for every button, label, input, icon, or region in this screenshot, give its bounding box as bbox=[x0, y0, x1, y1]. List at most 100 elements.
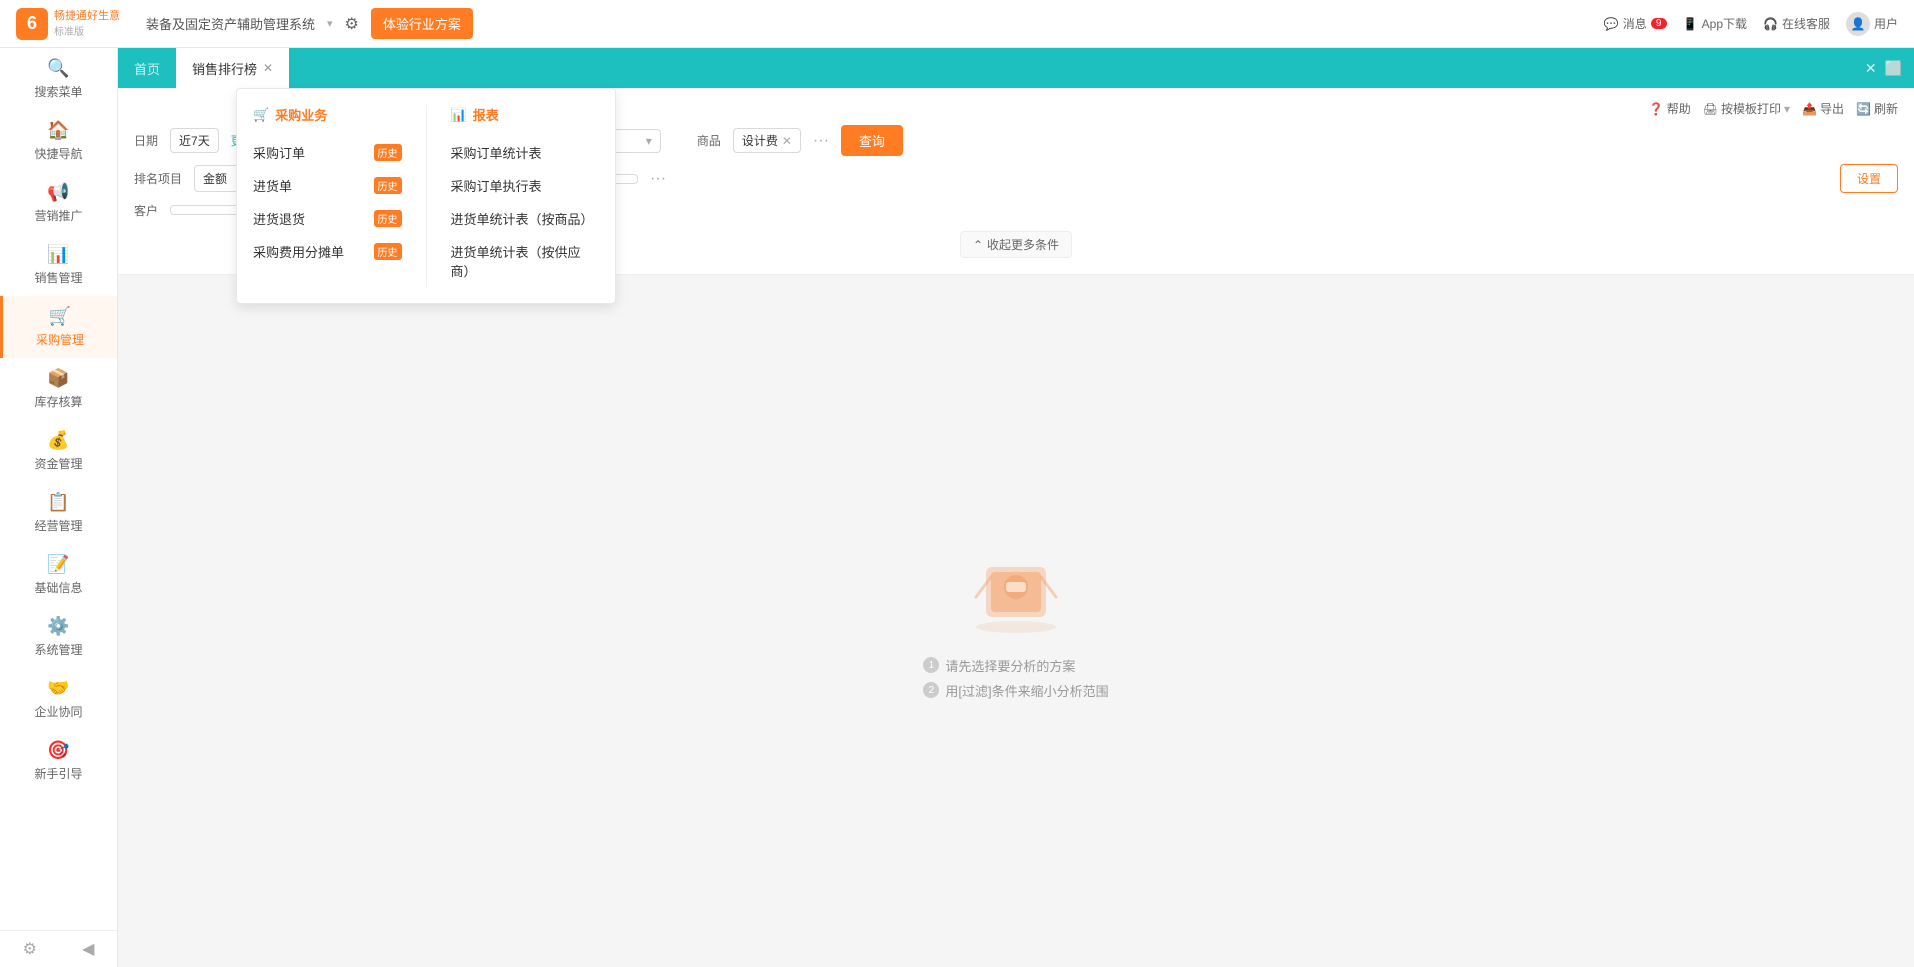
sidebar: 🔍 搜索菜单 🏠 快捷导航 📢 营销推广 📊 销售管理 🛒 采购管理 📦 库存核… bbox=[0, 48, 118, 967]
purchase-section: 🛒 采购业务 采购订单 历史 进货单 历史 进货退货 历史 采购费用分摊单 bbox=[253, 105, 402, 287]
sidebar-item-system[interactable]: ⚙️ 系统管理 bbox=[0, 606, 117, 668]
user-btn[interactable]: 👤 用户 bbox=[1846, 12, 1898, 36]
expense-history[interactable]: 历史 bbox=[374, 243, 402, 260]
purchase-icon: 🛒 bbox=[49, 306, 71, 327]
main-layout: 🔍 搜索菜单 🏠 快捷导航 📢 营销推广 📊 销售管理 🛒 采购管理 📦 库存核… bbox=[0, 48, 1914, 967]
export-btn[interactable]: 📤 导出 bbox=[1802, 100, 1844, 117]
print-btn[interactable]: 🖨 按模板打印 ▾ bbox=[1703, 100, 1790, 117]
expense-label: 采购费用分摊单 bbox=[253, 242, 344, 261]
sidebar-label-sales: 销售管理 bbox=[34, 269, 82, 286]
messages-label: 消息 bbox=[1623, 15, 1647, 32]
menu-item-expense[interactable]: 采购费用分摊单 历史 bbox=[253, 235, 402, 268]
system-name: 装备及固定资产辅助管理系统 bbox=[146, 14, 315, 33]
date-preset-label: 近7天 bbox=[179, 132, 210, 149]
sidebar-item-marketing[interactable]: 📢 营销推广 bbox=[0, 172, 117, 234]
messages-btn[interactable]: 💬 消息 9 bbox=[1604, 15, 1667, 32]
tip-num-1: 1 bbox=[923, 657, 939, 673]
headset-icon: 🎧 bbox=[1763, 17, 1778, 31]
sidebar-item-search[interactable]: 🔍 搜索菜单 bbox=[0, 48, 117, 110]
tab-home[interactable]: 首页 bbox=[118, 48, 176, 88]
menu-item-return[interactable]: 进货退货 历史 bbox=[253, 202, 402, 235]
purchase-section-title: 🛒 采购业务 bbox=[253, 105, 402, 124]
salesman-more-icon[interactable]: ··· bbox=[650, 170, 666, 188]
goods-more-icon[interactable]: ··· bbox=[813, 132, 829, 150]
setting-btn[interactable]: 设置 bbox=[1840, 164, 1898, 193]
empty-svg bbox=[956, 537, 1076, 637]
home-icon: 🏠 bbox=[47, 120, 69, 141]
sidebar-item-operations[interactable]: 📋 经营管理 bbox=[0, 482, 117, 544]
sidebar-item-enterprise[interactable]: 🤝 企业协同 bbox=[0, 668, 117, 730]
report-section-icon: 📊 bbox=[451, 107, 467, 123]
query-btn[interactable]: 查询 bbox=[841, 125, 903, 156]
refresh-icon: 🔄 bbox=[1856, 102, 1871, 116]
return-history[interactable]: 历史 bbox=[374, 210, 402, 227]
goods-close-icon[interactable]: ✕ bbox=[782, 134, 792, 148]
app-download-label: App下载 bbox=[1702, 15, 1747, 32]
tab-sales-rank-label: 销售排行榜 bbox=[192, 59, 257, 78]
guide-icon: 🎯 bbox=[47, 740, 69, 761]
marketing-icon: 📢 bbox=[47, 182, 69, 203]
message-icon: 💬 bbox=[1604, 17, 1619, 31]
settings-icon[interactable]: ⚙ bbox=[345, 14, 359, 34]
empty-illustration bbox=[956, 537, 1076, 640]
dropdown-arrow-icon[interactable]: ▾ bbox=[327, 17, 333, 30]
menu-item-incoming-goods[interactable]: 进货单统计表（按商品） bbox=[451, 202, 600, 235]
sidebar-item-quicknav[interactable]: 🏠 快捷导航 bbox=[0, 110, 117, 172]
print-dropdown-icon: ▾ bbox=[1784, 102, 1790, 116]
basic-icon: 📝 bbox=[47, 554, 69, 575]
sidebar-item-purchase[interactable]: 🛒 采购管理 bbox=[0, 296, 117, 358]
refresh-btn[interactable]: 🔄 刷新 bbox=[1856, 100, 1898, 117]
sidebar-label-inventory: 库存核算 bbox=[34, 393, 82, 410]
sidebar-label-marketing: 营销推广 bbox=[34, 207, 82, 224]
close-window-icon[interactable]: ✕ bbox=[1865, 60, 1877, 77]
incoming-supplier-label: 进货单统计表（按供应商） bbox=[451, 242, 600, 280]
capital-icon: 💰 bbox=[47, 430, 69, 451]
report-section: 📊 报表 采购订单统计表 采购订单执行表 进货单统计表（按商品） 进货单统计表（… bbox=[451, 105, 600, 287]
messages-badge: 9 bbox=[1651, 18, 1667, 29]
menu-item-order-stat[interactable]: 采购订单统计表 bbox=[451, 136, 600, 169]
collapse-label: 收起更多条件 bbox=[987, 236, 1059, 253]
menu-item-purchase-order[interactable]: 采购订单 历史 bbox=[253, 136, 402, 169]
sidebar-item-capital[interactable]: 💰 资金管理 bbox=[0, 420, 117, 482]
tab-maximize-area: ✕ ⬜ bbox=[1865, 60, 1914, 77]
goods-tag[interactable]: 设计费 ✕ bbox=[733, 128, 801, 153]
export-label: 导出 bbox=[1820, 100, 1844, 117]
online-service-btn[interactable]: 🎧 在线客服 bbox=[1763, 15, 1830, 32]
tip-num-2: 2 bbox=[923, 682, 939, 698]
menu-item-incoming-supplier[interactable]: 进货单统计表（按供应商） bbox=[451, 235, 600, 287]
topbar: 6 畅捷通好生意 标准版 装备及固定资产辅助管理系统 ▾ ⚙ 体验行业方案 💬 … bbox=[0, 0, 1914, 48]
operations-icon: 📋 bbox=[47, 492, 69, 513]
order-exec-label: 采购订单执行表 bbox=[451, 176, 542, 195]
menu-item-incoming[interactable]: 进货单 历史 bbox=[253, 169, 402, 202]
empty-state: 1 请先选择要分析的方案 2 用[过滤]条件来缩小分析范围 bbox=[118, 275, 1914, 967]
date-label: 日期 bbox=[134, 132, 158, 149]
system-icon: ⚙️ bbox=[47, 616, 69, 637]
collapse-btn[interactable]: ⌃ 收起更多条件 bbox=[960, 231, 1072, 258]
report-section-title: 📊 报表 bbox=[451, 105, 600, 124]
sidebar-settings-btn[interactable]: ⚙ bbox=[23, 939, 37, 959]
sidebar-item-inventory[interactable]: 📦 库存核算 bbox=[0, 358, 117, 420]
sidebar-item-guide[interactable]: 🎯 新手引导 bbox=[0, 730, 117, 792]
sidebar-item-sales[interactable]: 📊 销售管理 bbox=[0, 234, 117, 296]
sidebar-label-guide: 新手引导 bbox=[34, 765, 82, 782]
tab-close-icon[interactable]: ✕ bbox=[263, 61, 273, 75]
goods-value: 设计费 bbox=[742, 132, 778, 149]
enterprise-icon: 🤝 bbox=[47, 678, 69, 699]
purchase-order-history[interactable]: 历史 bbox=[374, 144, 402, 161]
industry-btn[interactable]: 体验行业方案 bbox=[371, 8, 473, 39]
help-btn[interactable]: ❓ 帮助 bbox=[1649, 100, 1691, 117]
help-label: 帮助 bbox=[1667, 100, 1691, 117]
sidebar-label-search: 搜索菜单 bbox=[34, 83, 82, 100]
app-download-btn[interactable]: 📱 App下载 bbox=[1683, 15, 1747, 32]
content-area: 首页 销售排行榜 ✕ ✕ ⬜ ❓ 帮助 🖨 按模板打印 bbox=[118, 48, 1914, 967]
incoming-history[interactable]: 历史 bbox=[374, 177, 402, 194]
sidebar-label-operations: 经营管理 bbox=[34, 517, 82, 534]
sidebar-item-basic[interactable]: 📝 基础信息 bbox=[0, 544, 117, 606]
purchase-order-label: 采购订单 bbox=[253, 143, 305, 162]
maximize-icon[interactable]: ⬜ bbox=[1885, 60, 1902, 77]
inventory-icon: 📦 bbox=[47, 368, 69, 389]
tab-sales-rank[interactable]: 销售排行榜 ✕ bbox=[176, 48, 289, 88]
menu-item-order-exec[interactable]: 采购订单执行表 bbox=[451, 169, 600, 202]
date-preset-tag[interactable]: 近7天 bbox=[170, 128, 219, 153]
sidebar-collapse-btn[interactable]: ◀ bbox=[82, 939, 94, 959]
